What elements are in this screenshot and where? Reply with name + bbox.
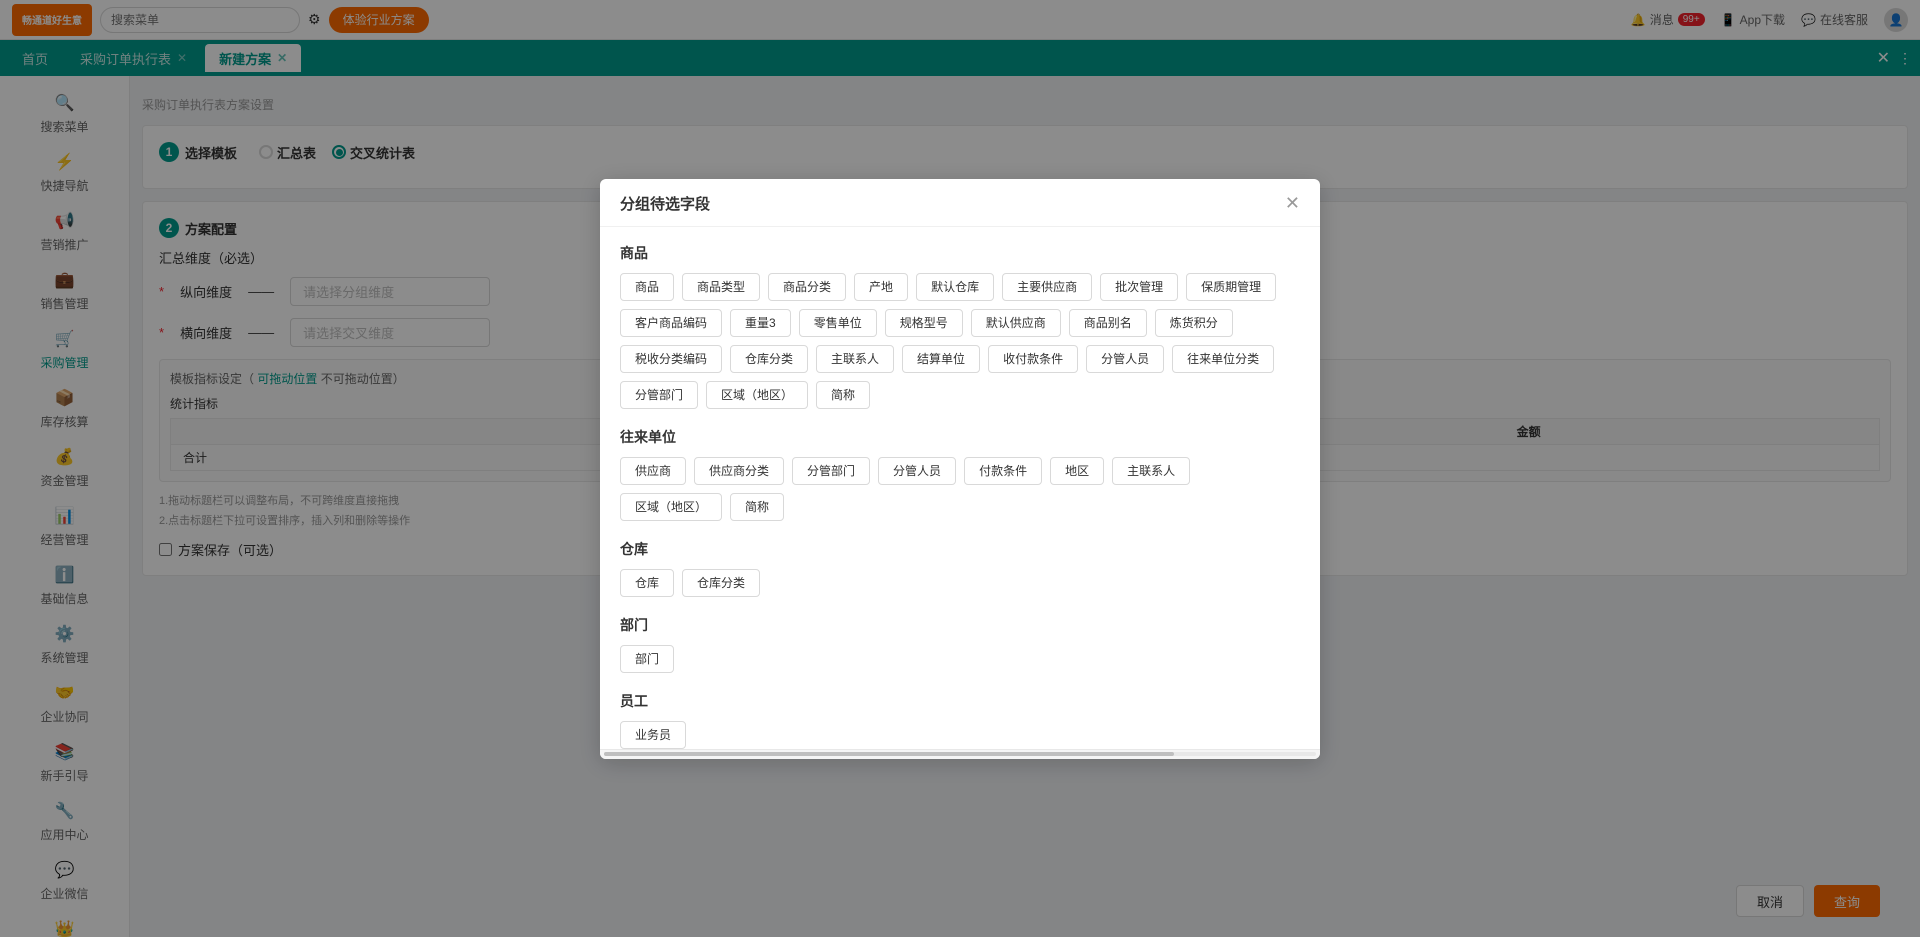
modal-body[interactable]: 商品 商品 商品类型 商品分类 产地 默认仓库 主要供应商 批次管理 保质期管理…	[600, 227, 1320, 750]
field-tag-refine[interactable]: 炼货积分	[1155, 309, 1233, 337]
field-tag-customer-code[interactable]: 客户商品编码	[620, 309, 722, 337]
modal-dialog: 分组待选字段 ✕ 商品 商品 商品类型 商品分类 产地 默认仓库 主要供应商 批…	[600, 179, 1320, 759]
field-tag-main-contact[interactable]: 主联系人	[816, 345, 894, 373]
field-tag-partner-supervisor[interactable]: 分管人员	[878, 457, 956, 485]
modal-title: 分组待选字段	[620, 193, 710, 214]
field-tag-weight[interactable]: 重量3	[730, 309, 791, 337]
group-title-employee: 员工	[620, 691, 1300, 711]
field-group-department: 部门 部门	[620, 615, 1300, 673]
field-tag-payment-condition[interactable]: 付款条件	[964, 457, 1042, 485]
field-tag-payment-terms[interactable]: 收付款条件	[988, 345, 1078, 373]
field-tag-partner-abbr[interactable]: 简称	[730, 493, 784, 521]
field-tag-partner-region[interactable]: 区域（地区）	[620, 493, 722, 521]
field-tag-partner-dept[interactable]: 分管部门	[792, 457, 870, 485]
field-tag-spec-model[interactable]: 规格型号	[885, 309, 963, 337]
field-tag-product-category[interactable]: 商品分类	[768, 273, 846, 301]
product-field-tags: 商品 商品类型 商品分类 产地 默认仓库 主要供应商 批次管理 保质期管理 客户…	[620, 273, 1300, 409]
modal-scroll-bar[interactable]	[600, 749, 1320, 758]
group-title-department: 部门	[620, 615, 1300, 635]
field-tag-product[interactable]: 商品	[620, 273, 674, 301]
field-tag-batch[interactable]: 批次管理	[1100, 273, 1178, 301]
group-title-partner: 往来单位	[620, 427, 1300, 447]
group-title-product: 商品	[620, 243, 1300, 263]
field-tag-default-supplier[interactable]: 默认供应商	[971, 309, 1061, 337]
field-tag-partner-contact[interactable]: 主联系人	[1112, 457, 1190, 485]
employee-field-tags: 业务员	[620, 721, 1300, 749]
field-group-employee: 员工 业务员	[620, 691, 1300, 749]
field-tag-product-type[interactable]: 商品类型	[682, 273, 760, 301]
field-tag-warehouse[interactable]: 仓库	[620, 569, 674, 597]
warehouse-field-tags: 仓库 仓库分类	[620, 569, 1300, 597]
field-tag-origin[interactable]: 产地	[854, 273, 908, 301]
group-title-warehouse: 仓库	[620, 539, 1300, 559]
modal-header: 分组待选字段 ✕	[600, 179, 1320, 227]
partner-field-tags: 供应商 供应商分类 分管部门 分管人员 付款条件 地区 主联系人 区域（地区） …	[620, 457, 1300, 521]
field-tag-salesperson[interactable]: 业务员	[620, 721, 686, 749]
department-field-tags: 部门	[620, 645, 1300, 673]
field-tag-shelf-life[interactable]: 保质期管理	[1186, 273, 1276, 301]
field-tag-main-supplier[interactable]: 主要供应商	[1002, 273, 1092, 301]
field-tag-settlement-unit[interactable]: 结算单位	[902, 345, 980, 373]
modal-close-button[interactable]: ✕	[1285, 193, 1300, 214]
field-tag-retail-unit[interactable]: 零售单位	[799, 309, 877, 337]
field-tag-supervisor[interactable]: 分管人员	[1086, 345, 1164, 373]
field-tag-department[interactable]: 部门	[620, 645, 674, 673]
field-tag-dept[interactable]: 分管部门	[620, 381, 698, 409]
field-tag-counterpart-category[interactable]: 往来单位分类	[1172, 345, 1274, 373]
field-tag-supplier[interactable]: 供应商	[620, 457, 686, 485]
modal-overlay: 分组待选字段 ✕ 商品 商品 商品类型 商品分类 产地 默认仓库 主要供应商 批…	[0, 0, 1920, 937]
field-tag-abbr[interactable]: 简称	[816, 381, 870, 409]
field-tag-product-alias[interactable]: 商品别名	[1069, 309, 1147, 337]
field-tag-default-warehouse[interactable]: 默认仓库	[916, 273, 994, 301]
field-tag-district[interactable]: 地区	[1050, 457, 1104, 485]
field-tag-warehouse-category[interactable]: 仓库分类	[730, 345, 808, 373]
field-tag-warehouse-cat[interactable]: 仓库分类	[682, 569, 760, 597]
field-group-partner: 往来单位 供应商 供应商分类 分管部门 分管人员 付款条件 地区 主联系人 区域…	[620, 427, 1300, 521]
field-tag-region[interactable]: 区域（地区）	[706, 381, 808, 409]
field-group-warehouse: 仓库 仓库 仓库分类	[620, 539, 1300, 597]
field-tag-tax-code[interactable]: 税收分类编码	[620, 345, 722, 373]
field-group-product: 商品 商品 商品类型 商品分类 产地 默认仓库 主要供应商 批次管理 保质期管理…	[620, 243, 1300, 409]
field-tag-supplier-category[interactable]: 供应商分类	[694, 457, 784, 485]
